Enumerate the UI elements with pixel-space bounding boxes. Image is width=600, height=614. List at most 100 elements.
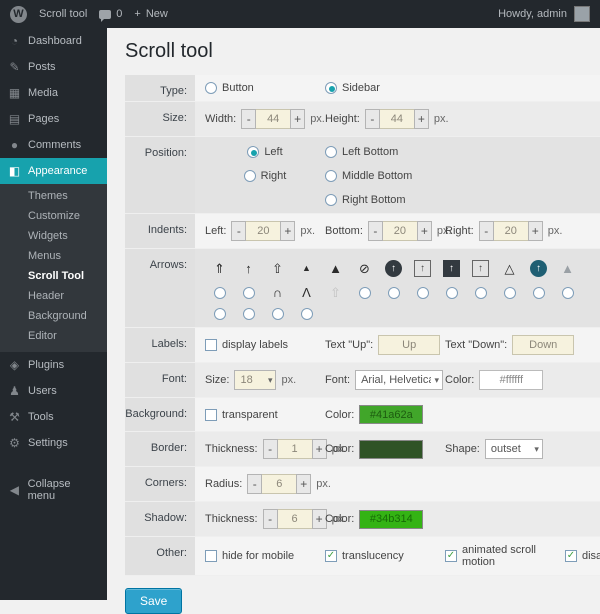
height-decrement-button[interactable]: -	[364, 109, 380, 129]
arrow-style-radio[interactable]	[242, 286, 255, 299]
text-up-input[interactable]	[378, 335, 441, 355]
font-size-unit: px.	[281, 374, 297, 386]
sidebar-item-users[interactable]: ♟ Users	[0, 378, 107, 404]
avatar[interactable]	[574, 6, 590, 22]
dashboard-icon: ◔	[10, 34, 19, 48]
shadow-thickness-decrement-button[interactable]: -	[262, 509, 278, 529]
shadow-thickness-stepper: - +	[262, 509, 327, 529]
transparent-checkbox[interactable]	[205, 408, 217, 421]
indent-bottom-increment-button[interactable]: +	[416, 221, 432, 241]
arrow-style-radio[interactable]	[358, 286, 371, 299]
arrow-style-radio[interactable]	[213, 308, 226, 320]
sidebar-item-appearance[interactable]: ◧ Appearance	[0, 158, 107, 184]
arrow-style-radio[interactable]	[561, 286, 574, 299]
height-increment-button[interactable]: +	[413, 109, 429, 129]
hide-for-mobile-checkbox[interactable]	[205, 550, 217, 562]
arrow-style-radio[interactable]	[300, 308, 313, 320]
display-labels-checkbox[interactable]	[205, 339, 217, 351]
corners-radius-label: Radius:	[205, 478, 243, 490]
arrow-style-radio[interactable]	[242, 308, 255, 320]
check-icon: ✓	[566, 550, 576, 561]
border-thickness-decrement-button[interactable]: -	[262, 439, 278, 459]
arrow-style-radio[interactable]	[271, 308, 284, 320]
type-button-radio[interactable]	[205, 82, 217, 94]
sidebar-item-tools[interactable]: ⚒ Tools	[0, 404, 107, 430]
arrow-icon-arc: ∩	[272, 285, 283, 300]
corners-radius-stepper: - +	[247, 474, 312, 494]
arrow-style-radio[interactable]	[445, 286, 458, 299]
collapse-menu-button[interactable]: ◀ Collapse menu	[0, 472, 107, 508]
border-shape-select[interactable]: outset ▾	[484, 439, 543, 459]
indent-left-input[interactable]	[246, 221, 281, 241]
arrow-style-radio[interactable]	[416, 286, 429, 299]
submenu-item-themes[interactable]: Themes	[0, 186, 107, 206]
submenu-item-customize[interactable]: Customize	[0, 206, 107, 226]
comments-link[interactable]: 0	[99, 8, 122, 22]
arrow-style-radio[interactable]	[503, 286, 516, 299]
sidebar-item-pages[interactable]: ▤ Pages	[0, 106, 107, 132]
indent-right-increment-button[interactable]: +	[527, 221, 543, 241]
arrow-style-radio[interactable]	[474, 286, 487, 299]
width-decrement-button[interactable]: -	[241, 109, 257, 129]
border-thickness-input[interactable]	[277, 439, 312, 459]
corners-radius-input[interactable]	[262, 474, 297, 494]
position-left-bottom-radio[interactable]	[325, 146, 337, 158]
arrow-style-radio[interactable]	[387, 286, 400, 299]
position-middle-bottom-radio[interactable]	[325, 170, 337, 182]
indent-right-input[interactable]	[493, 221, 528, 241]
indent-left-decrement-button[interactable]: -	[231, 221, 247, 241]
background-color-value: #41a62a	[369, 408, 413, 421]
sidebar-item-label: Comments	[28, 139, 82, 151]
shadow-thickness-input[interactable]	[277, 509, 312, 529]
height-input[interactable]	[379, 109, 414, 129]
submenu-item-editor[interactable]: Editor	[0, 326, 107, 346]
background-color-swatch[interactable]: #41a62a	[359, 405, 424, 424]
collapse-arrow-icon: ◀	[9, 483, 19, 497]
sidebar-item-media[interactable]: ▦ Media	[0, 80, 107, 106]
font-size-value: 18	[240, 374, 253, 386]
site-name-link[interactable]: Scroll tool	[39, 8, 87, 20]
settings-row-background: Background: transparent Color: #41a62a	[125, 398, 600, 432]
sidebar-item-posts[interactable]: ✎ Posts	[0, 54, 107, 80]
arrow-style-radio[interactable]	[532, 286, 545, 299]
corners-radius-increment-button[interactable]: +	[296, 474, 312, 494]
save-button[interactable]: Save	[125, 588, 183, 614]
sidebar-item-settings[interactable]: ⚙ Settings	[0, 430, 107, 456]
arrow-icon-2: ↑	[245, 261, 252, 276]
shadow-color-swatch[interactable]: #34b314	[359, 509, 424, 529]
submenu-item-menus[interactable]: Menus	[0, 246, 107, 266]
sidebar-item-plugins[interactable]: ◈ Plugins	[0, 352, 107, 378]
position-right-bottom-radio[interactable]	[325, 194, 337, 206]
animated-scroll-checkbox[interactable]: ✓	[445, 550, 457, 562]
disable-checkbox[interactable]: ✓	[565, 550, 577, 562]
indent-bottom-decrement-button[interactable]: -	[367, 221, 383, 241]
indent-left-increment-button[interactable]: +	[280, 221, 296, 241]
new-content-button[interactable]: + New	[134, 8, 167, 20]
submenu-item-header[interactable]: Header	[0, 286, 107, 306]
indent-right-decrement-button[interactable]: -	[478, 221, 494, 241]
width-increment-button[interactable]: +	[290, 109, 306, 129]
corners-radius-decrement-button[interactable]: -	[247, 474, 263, 494]
howdy-admin-link[interactable]: Howdy, admin	[498, 8, 567, 20]
comments-icon	[99, 9, 112, 22]
settings-row-corners: Corners: Radius: - + px.	[125, 467, 600, 502]
text-down-input[interactable]	[512, 335, 575, 355]
type-sidebar-radio[interactable]	[325, 82, 337, 94]
font-size-select[interactable]: 18 ▾	[234, 370, 277, 390]
arrow-icon-3: ⇧	[272, 261, 283, 276]
wordpress-logo-icon[interactable]: W	[10, 5, 27, 23]
translucency-checkbox[interactable]: ✓	[325, 550, 337, 562]
sidebar-item-comments[interactable]: ● Comments	[0, 132, 107, 158]
font-color-input[interactable]	[479, 370, 544, 390]
indent-bottom-input[interactable]	[382, 221, 417, 241]
border-color-swatch[interactable]	[359, 439, 424, 459]
arrow-style-radio[interactable]	[213, 286, 226, 299]
position-right-radio[interactable]	[243, 170, 256, 182]
submenu-item-background[interactable]: Background	[0, 306, 107, 326]
submenu-item-scroll-tool[interactable]: Scroll Tool	[0, 266, 107, 286]
sidebar-item-dashboard[interactable]: ◔ Dashboard	[0, 28, 107, 54]
position-left-radio[interactable]	[247, 146, 260, 158]
submenu-item-widgets[interactable]: Widgets	[0, 226, 107, 246]
font-family-select[interactable]: Arial, Helvetica, ▾	[355, 370, 444, 390]
width-input[interactable]	[256, 109, 291, 129]
